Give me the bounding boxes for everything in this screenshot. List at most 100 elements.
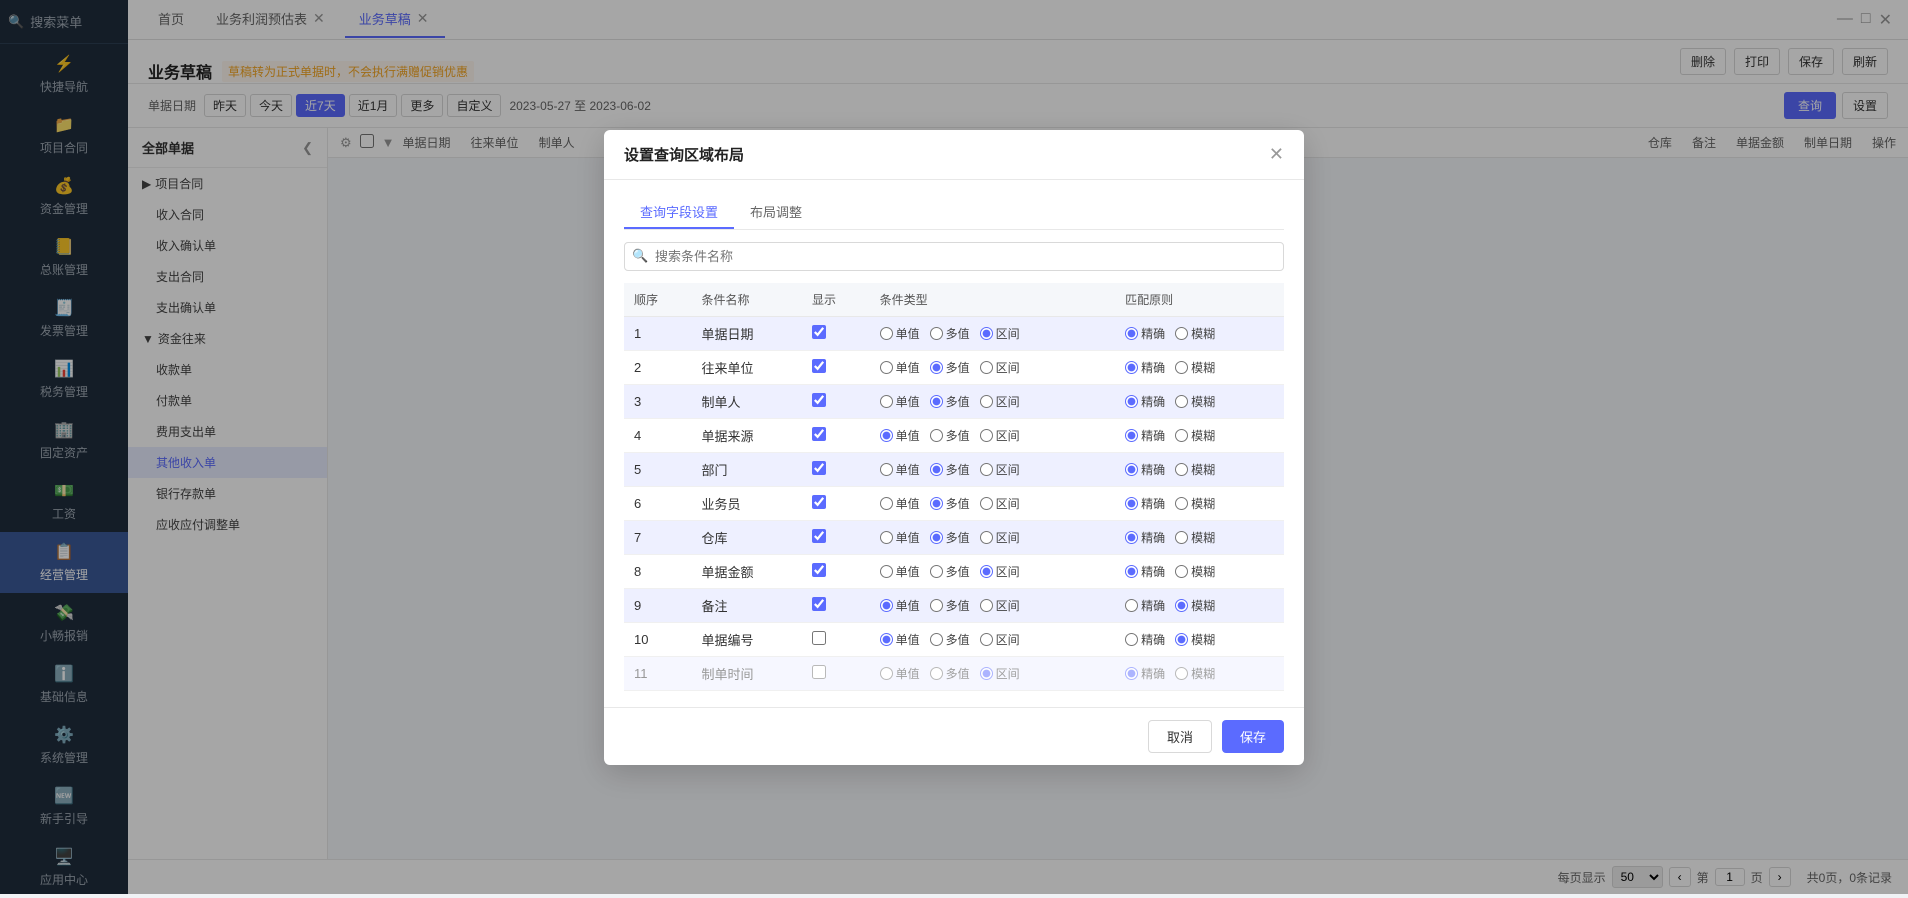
radio-label-match-精确-2[interactable]: 精确 [1125,393,1165,410]
radio-match-模糊-5[interactable] [1175,497,1188,510]
radio-condition-多值-5[interactable] [930,497,943,510]
radio-condition-单值-10[interactable] [880,667,893,680]
show-checkbox-7[interactable] [812,563,826,577]
cell-show-6[interactable] [802,520,870,554]
radio-match-模糊-1[interactable] [1175,361,1188,374]
radio-condition-多值-9[interactable] [930,633,943,646]
radio-condition-多值-2[interactable] [930,395,943,408]
radio-condition-单值-3[interactable] [880,429,893,442]
radio-condition-单值-6[interactable] [880,531,893,544]
radio-label-condition-单值-4[interactable]: 单值 [880,461,920,478]
show-checkbox-1[interactable] [812,359,826,373]
cell-show-3[interactable] [802,418,870,452]
radio-label-match-精确-5[interactable]: 精确 [1125,495,1165,512]
radio-label-condition-单值-3[interactable]: 单值 [880,427,920,444]
radio-match-模糊-2[interactable] [1175,395,1188,408]
radio-condition-区间-5[interactable] [980,497,993,510]
radio-match-模糊-3[interactable] [1175,429,1188,442]
radio-condition-区间-3[interactable] [980,429,993,442]
radio-match-模糊-0[interactable] [1175,327,1188,340]
radio-condition-区间-7[interactable] [980,565,993,578]
radio-condition-单值-7[interactable] [880,565,893,578]
radio-label-condition-多值-8[interactable]: 多值 [930,597,970,614]
show-checkbox-3[interactable] [812,427,826,441]
radio-label-condition-单值-9[interactable]: 单值 [880,631,920,648]
radio-label-condition-区间-2[interactable]: 区间 [980,393,1020,410]
show-checkbox-10[interactable] [812,665,826,679]
radio-label-condition-区间-9[interactable]: 区间 [980,631,1020,648]
radio-label-condition-多值-2[interactable]: 多值 [930,393,970,410]
radio-label-condition-多值-6[interactable]: 多值 [930,529,970,546]
show-checkbox-2[interactable] [812,393,826,407]
radio-label-match-模糊-0[interactable]: 模糊 [1175,325,1215,342]
radio-condition-区间-0[interactable] [980,327,993,340]
modal-close-button[interactable]: ✕ [1269,144,1284,165]
radio-label-condition-多值-5[interactable]: 多值 [930,495,970,512]
radio-match-精确-7[interactable] [1125,565,1138,578]
cell-show-7[interactable] [802,554,870,588]
radio-label-match-模糊-9[interactable]: 模糊 [1175,631,1215,648]
cell-show-9[interactable] [802,622,870,656]
radio-label-condition-单值-0[interactable]: 单值 [880,325,920,342]
radio-match-精确-5[interactable] [1125,497,1138,510]
radio-condition-多值-6[interactable] [930,531,943,544]
modal-save-button[interactable]: 保存 [1222,720,1284,753]
radio-match-模糊-6[interactable] [1175,531,1188,544]
radio-label-condition-单值-6[interactable]: 单值 [880,529,920,546]
radio-label-condition-多值-9[interactable]: 多值 [930,631,970,648]
radio-condition-区间-6[interactable] [980,531,993,544]
radio-label-match-精确-9[interactable]: 精确 [1125,631,1165,648]
radio-label-condition-单值-8[interactable]: 单值 [880,597,920,614]
radio-condition-单值-5[interactable] [880,497,893,510]
radio-match-模糊-7[interactable] [1175,565,1188,578]
radio-match-精确-9[interactable] [1125,633,1138,646]
radio-condition-单值-9[interactable] [880,633,893,646]
radio-label-match-精确-8[interactable]: 精确 [1125,597,1165,614]
radio-match-模糊-9[interactable] [1175,633,1188,646]
radio-condition-多值-1[interactable] [930,361,943,374]
radio-label-condition-多值-4[interactable]: 多值 [930,461,970,478]
radio-label-condition-区间-8[interactable]: 区间 [980,597,1020,614]
radio-label-match-模糊-8[interactable]: 模糊 [1175,597,1215,614]
radio-label-match-模糊-10[interactable]: 模糊 [1175,665,1215,682]
radio-condition-单值-4[interactable] [880,463,893,476]
radio-label-match-模糊-5[interactable]: 模糊 [1175,495,1215,512]
radio-match-精确-8[interactable] [1125,599,1138,612]
radio-label-condition-单值-2[interactable]: 单值 [880,393,920,410]
radio-match-模糊-8[interactable] [1175,599,1188,612]
radio-label-match-精确-3[interactable]: 精确 [1125,427,1165,444]
radio-label-match-模糊-6[interactable]: 模糊 [1175,529,1215,546]
radio-label-match-精确-7[interactable]: 精确 [1125,563,1165,580]
radio-label-match-精确-6[interactable]: 精确 [1125,529,1165,546]
cell-show-10[interactable] [802,656,870,690]
radio-condition-区间-4[interactable] [980,463,993,476]
radio-condition-多值-3[interactable] [930,429,943,442]
radio-match-精确-2[interactable] [1125,395,1138,408]
radio-match-模糊-4[interactable] [1175,463,1188,476]
show-checkbox-0[interactable] [812,325,826,339]
radio-condition-单值-8[interactable] [880,599,893,612]
radio-label-condition-单值-5[interactable]: 单值 [880,495,920,512]
radio-label-condition-区间-0[interactable]: 区间 [980,325,1020,342]
radio-match-模糊-10[interactable] [1175,667,1188,680]
radio-label-condition-区间-1[interactable]: 区间 [980,359,1020,376]
radio-condition-单值-0[interactable] [880,327,893,340]
radio-match-精确-1[interactable] [1125,361,1138,374]
radio-label-condition-区间-7[interactable]: 区间 [980,563,1020,580]
radio-label-match-模糊-4[interactable]: 模糊 [1175,461,1215,478]
show-checkbox-9[interactable] [812,631,826,645]
radio-label-match-精确-4[interactable]: 精确 [1125,461,1165,478]
radio-match-精确-4[interactable] [1125,463,1138,476]
radio-condition-区间-2[interactable] [980,395,993,408]
modal-search-input[interactable] [624,242,1284,271]
radio-condition-多值-4[interactable] [930,463,943,476]
radio-label-condition-单值-1[interactable]: 单值 [880,359,920,376]
radio-match-精确-0[interactable] [1125,327,1138,340]
cancel-button[interactable]: 取消 [1148,720,1212,753]
radio-condition-多值-7[interactable] [930,565,943,578]
radio-label-condition-多值-7[interactable]: 多值 [930,563,970,580]
radio-condition-区间-10[interactable] [980,667,993,680]
show-checkbox-5[interactable] [812,495,826,509]
radio-condition-多值-0[interactable] [930,327,943,340]
radio-label-condition-区间-3[interactable]: 区间 [980,427,1020,444]
